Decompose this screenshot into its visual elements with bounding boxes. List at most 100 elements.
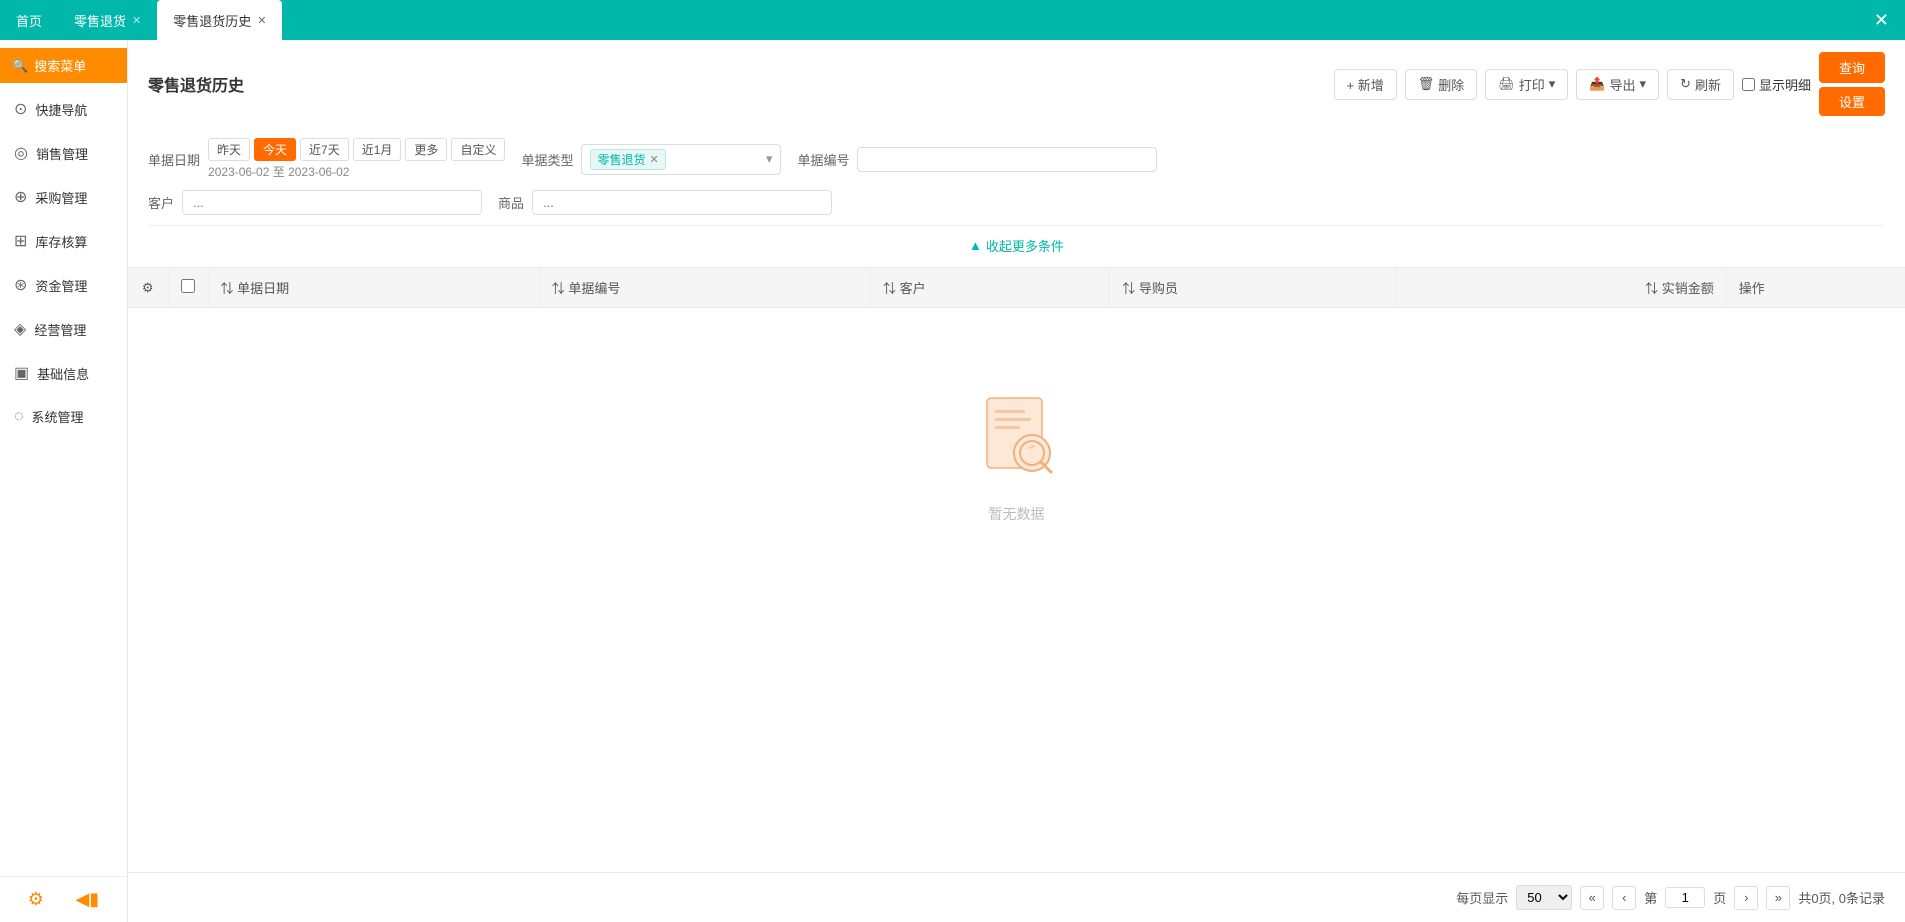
doc-number-input[interactable] [857, 147, 1157, 172]
search-icon: 🔍 [12, 58, 28, 74]
last-page-button[interactable]: » [1766, 886, 1790, 910]
sidebar-item-sys-mgmt[interactable]: ◌ 系统管理 [0, 395, 127, 438]
sales-mgmt-icon: ◎ [14, 143, 28, 163]
refresh-button[interactable]: ↻ 刷新 [1667, 69, 1734, 100]
window-close-button[interactable]: ✕ [1874, 10, 1905, 31]
delete-icon: 🗑 [1418, 76, 1435, 92]
doc-number-filter-item: 单据编号 [797, 147, 1157, 172]
sidebar-item-finance[interactable]: ⊛ 资金管理 [0, 263, 127, 307]
inventory-icon: ⊞ [14, 231, 27, 251]
page-number-input[interactable] [1665, 887, 1705, 908]
tab-close-retail-return[interactable]: ✕ [132, 14, 141, 27]
query-button[interactable]: 查询 [1819, 52, 1885, 83]
page-suffix: 页 [1713, 888, 1726, 907]
doc-type-label: 单据类型 [521, 150, 573, 169]
page-label: 第 [1644, 888, 1657, 907]
date-btn-more[interactable]: 更多 [405, 138, 447, 161]
empty-icon [967, 388, 1067, 488]
export-icon: 📤 [1589, 76, 1605, 92]
finance-icon: ⊛ [14, 275, 27, 295]
collapse-icon: ▲ [969, 238, 982, 253]
tab-home[interactable]: 首页 [0, 0, 58, 40]
doc-type-select[interactable]: 零售退货 ✕ ▾ [581, 144, 781, 175]
settings-icon[interactable]: ⚙ [28, 889, 44, 910]
doc-number-label: 单据编号 [797, 150, 849, 169]
filter-area: 单据日期 昨天今天近7天近1月更多自定义2023-06-02 至 2023-06… [148, 128, 1885, 267]
goods-input[interactable] [532, 190, 832, 215]
show-details-checkbox[interactable] [1742, 78, 1755, 91]
sidebar-item-inventory[interactable]: ⊞库存核算 [0, 219, 127, 263]
date-btn-last1month[interactable]: 近1月 [353, 138, 402, 161]
volume-icon[interactable]: ◀▮ [75, 889, 99, 910]
page-title: 零售退货历史 [148, 72, 244, 96]
table-area: ⚙ ⇅ 单据日期 ⇅ 单据编号 ⇅ 客户 [128, 268, 1905, 872]
th-customer-label: ⇅ 客户 [883, 281, 926, 296]
toolbar: + 新增 🗑 删除 🖨 打印 ▾ 📤 导出 ▾ [1334, 52, 1886, 116]
sidebar-label-operations: 经营管理 [34, 320, 86, 339]
per-page-select[interactable]: 102050100 [1516, 885, 1572, 910]
date-filter-item: 单据日期 昨天今天近7天近1月更多自定义2023-06-02 至 2023-06… [148, 138, 505, 180]
print-button[interactable]: 🖨 打印 ▾ [1485, 69, 1568, 100]
sidebar-item-basic-info[interactable]: ▣基础信息 [0, 351, 127, 395]
sidebar-label-sys-mgmt: 系统管理 [32, 407, 84, 426]
th-settings: ⚙ [128, 268, 168, 308]
sidebar-label-finance: 资金管理 [35, 276, 87, 295]
delete-button[interactable]: 🗑 删除 [1405, 69, 1478, 100]
sys-mgmt-icon: ◌ [14, 408, 24, 426]
sidebar-search-button[interactable]: 🔍 搜索菜单 [0, 48, 127, 83]
customer-input[interactable] [182, 190, 482, 215]
doc-type-tag-close[interactable]: ✕ [649, 153, 658, 166]
th-date: ⇅ 单据日期 [208, 268, 539, 308]
tab-retail-return-history[interactable]: 零售退货历史 ✕ [157, 0, 282, 40]
print-dropdown-icon: ▾ [1549, 76, 1556, 92]
th-guide-label: ⇅ 导购员 [1122, 281, 1178, 296]
top-bar: 首页零售退货 ✕零售退货历史 ✕ ✕ [0, 0, 1905, 40]
doc-type-filter-item: 单据类型 零售退货 ✕ ▾ [521, 144, 781, 175]
sidebar-item-operations[interactable]: ◈ 经营管理 [0, 307, 127, 351]
new-button[interactable]: + 新增 [1334, 69, 1397, 100]
export-dropdown-icon: ▾ [1640, 76, 1647, 92]
th-checkbox [168, 268, 208, 308]
collapse-row: ▲ 收起更多条件 [148, 225, 1885, 259]
date-btn-yesterday[interactable]: 昨天 [208, 138, 250, 161]
th-guide: ⇅ 导购员 [1110, 268, 1395, 308]
data-table: ⚙ ⇅ 单据日期 ⇅ 单据编号 ⇅ 客户 [128, 268, 1905, 308]
sidebar-label-purchase-mgmt: 采购管理 [35, 188, 87, 207]
th-number: ⇅ 单据编号 [539, 268, 870, 308]
filter-row-1: 单据日期 昨天今天近7天近1月更多自定义2023-06-02 至 2023-06… [148, 138, 1885, 180]
settings-button[interactable]: 设置 [1819, 87, 1885, 116]
purchase-mgmt-icon: ⊕ [14, 187, 27, 207]
tab-close-retail-return-history[interactable]: ✕ [257, 14, 266, 27]
filter-row-2: 客户 商品 [148, 190, 1885, 215]
customer-label: 客户 [148, 193, 174, 212]
empty-state: 暂无数据 [128, 308, 1905, 604]
date-btn-custom[interactable]: 自定义 [451, 138, 505, 161]
th-amount: ⇅ 实销金额 [1395, 268, 1726, 308]
export-button[interactable]: 📤 导出 ▾ [1576, 69, 1659, 100]
date-filter-buttons: 昨天今天近7天近1月更多自定义2023-06-02 至 2023-06-02 [208, 138, 505, 180]
date-btn-today[interactable]: 今天 [254, 138, 296, 161]
sidebar-label-basic-info: 基础信息 [37, 364, 89, 383]
collapse-button[interactable]: ▲ 收起更多条件 [957, 232, 1076, 259]
sidebar: 🔍 搜索菜单 ⊙ 快捷导航 ◎销售管理 ⊕ 采购管理 ⊞库存核算 ⊛ 资金管理 ◈ 经营管理 ▣基础… [0, 40, 128, 922]
page-header: 零售退货历史 + 新增 🗑 删除 🖨 打印 ▾ 📤 导出 [128, 40, 1905, 268]
sidebar-bottom: ⚙ ◀▮ [0, 876, 127, 922]
prev-page-button[interactable]: ‹ [1612, 886, 1636, 910]
sidebar-item-quick-nav[interactable]: ⊙ 快捷导航 [0, 87, 127, 131]
show-details-checkbox-label[interactable]: 显示明细 [1742, 75, 1811, 94]
select-all-checkbox[interactable] [181, 279, 195, 293]
query-settings-group: 查询 设置 [1819, 52, 1885, 116]
date-btn-last7days[interactable]: 近7天 [300, 138, 349, 161]
quick-nav-icon: ⊙ [14, 99, 27, 119]
sidebar-item-sales-mgmt[interactable]: ◎销售管理 [0, 131, 127, 175]
sidebar-label-quick-nav: 快捷导航 [35, 100, 87, 119]
first-page-button[interactable]: « [1580, 886, 1604, 910]
th-action-label: 操作 [1739, 281, 1765, 296]
settings-col-icon[interactable]: ⚙ [142, 280, 154, 295]
sidebar-item-purchase-mgmt[interactable]: ⊕ 采购管理 [0, 175, 127, 219]
next-page-button[interactable]: › [1734, 886, 1758, 910]
empty-text: 暂无数据 [989, 504, 1045, 524]
table-header-row: ⚙ ⇅ 单据日期 ⇅ 单据编号 ⇅ 客户 [128, 268, 1905, 308]
tab-retail-return[interactable]: 零售退货 ✕ [58, 0, 157, 40]
operations-icon: ◈ [14, 319, 26, 339]
